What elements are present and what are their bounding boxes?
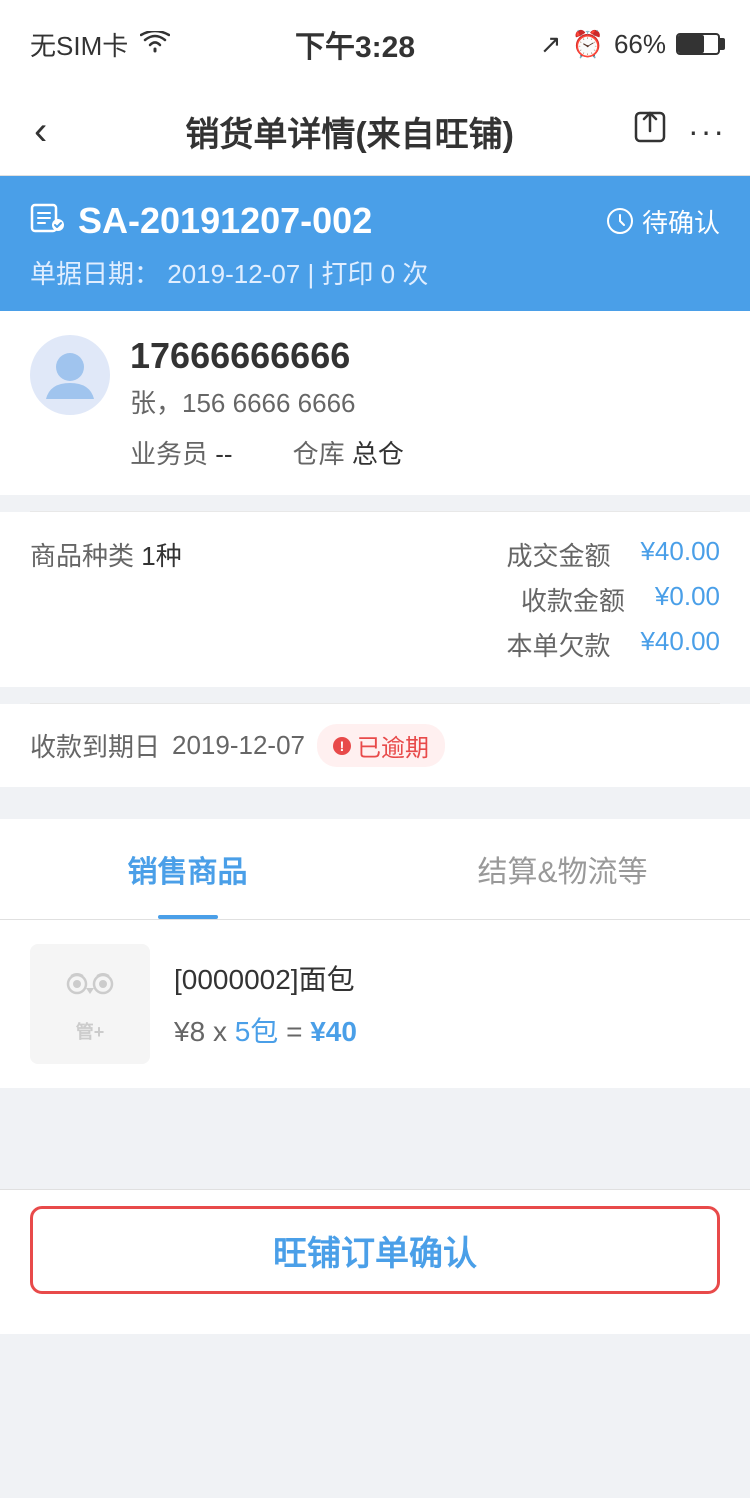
customer-phone: 17666666666 [130, 335, 720, 377]
salesperson-item: 业务员 -- [130, 434, 233, 471]
overdue-badge: ! 已逾期 [317, 724, 445, 767]
customer-name: 张，156 6666 6666 [130, 383, 720, 420]
customer-section: 17666666666 张，156 6666 6666 业务员 -- 仓库 总仓 [0, 311, 750, 495]
product-details: [0000002]面包 ¥8 x 5包 = ¥40 [174, 958, 720, 1050]
nav-bar: ‹ 销货单详情(来自旺铺) ··· [0, 88, 750, 176]
product-formula: ¥8 x 5包 = ¥40 [174, 1010, 720, 1050]
tabs-row: 销售商品 结算&物流等 [0, 819, 750, 920]
tabs-section: 销售商品 结算&物流等 [0, 819, 750, 1088]
amount-section: 商品种类 1种 成交金额 ¥40.00 收款金额 ¥0.00 本单欠款 ¥40.… [0, 512, 750, 687]
status-left: 无SIM卡 [30, 26, 170, 63]
share-button[interactable] [632, 109, 668, 154]
order-status: 待确认 [606, 203, 720, 240]
deal-amount-row: 成交金额 ¥40.00 [506, 536, 720, 573]
status-bar: 无SIM卡 下午3:28 ↗ ⏰ 66% [0, 0, 750, 88]
confirm-order-button[interactable]: 旺铺订单确认 [30, 1206, 720, 1294]
product-list: 管+ [0000002]面包 ¥8 x 5包 = ¥40 [0, 920, 750, 1088]
tab-settlement[interactable]: 结算&物流等 [375, 819, 750, 919]
more-button[interactable]: ··· [688, 113, 726, 150]
time-display: 下午3:28 [295, 22, 415, 66]
tab-sales-goods[interactable]: 销售商品 [0, 819, 375, 919]
warehouse-item: 仓库 总仓 [293, 434, 404, 471]
order-date-row: 单据日期： 2019-12-07 | 打印 0 次 [30, 254, 720, 291]
wifi-icon [140, 29, 170, 60]
location-icon: ↗ [540, 29, 562, 60]
payment-amount-row: 收款金额 ¥0.00 [521, 581, 720, 618]
page-title: 销货单详情(来自旺铺) [67, 107, 632, 156]
due-amount-row: 本单欠款 ¥40.00 [506, 626, 720, 663]
section-divider [0, 803, 750, 819]
due-date-section: 收款到期日 2019-12-07 ! 已逾期 [0, 704, 750, 787]
amount-details: 成交金额 ¥40.00 收款金额 ¥0.00 本单欠款 ¥40.00 [506, 536, 720, 663]
product-name: [0000002]面包 [174, 958, 720, 998]
carrier-text: 无SIM卡 [30, 26, 128, 63]
order-id: SA-20191207-002 [30, 200, 372, 242]
battery-icon [676, 33, 720, 55]
order-header-card: SA-20191207-002 待确认 单据日期： 2019-12-07 | 打… [0, 176, 750, 311]
bottom-action-bar: 旺铺订单确认 [0, 1189, 750, 1334]
product-image: 管+ [30, 944, 150, 1064]
overdue-icon: ! [333, 737, 351, 755]
customer-meta: 业务员 -- 仓库 总仓 [130, 434, 720, 471]
customer-info: 17666666666 张，156 6666 6666 业务员 -- 仓库 总仓 [130, 335, 720, 471]
status-right: ↗ ⏰ 66% [540, 29, 720, 60]
goods-info: 商品种类 1种 [30, 536, 182, 573]
order-doc-icon [30, 200, 66, 242]
back-button[interactable]: ‹ [24, 99, 57, 164]
product-item: 管+ [0000002]面包 ¥8 x 5包 = ¥40 [0, 920, 750, 1088]
alarm-icon: ⏰ [572, 29, 604, 60]
battery-percent: 66% [614, 29, 666, 60]
product-logo-text: 管+ [76, 1018, 105, 1044]
avatar [30, 335, 110, 415]
nav-actions: ··· [632, 109, 726, 154]
product-logo: 管+ [55, 964, 125, 1044]
order-id-row: SA-20191207-002 待确认 [30, 200, 720, 242]
